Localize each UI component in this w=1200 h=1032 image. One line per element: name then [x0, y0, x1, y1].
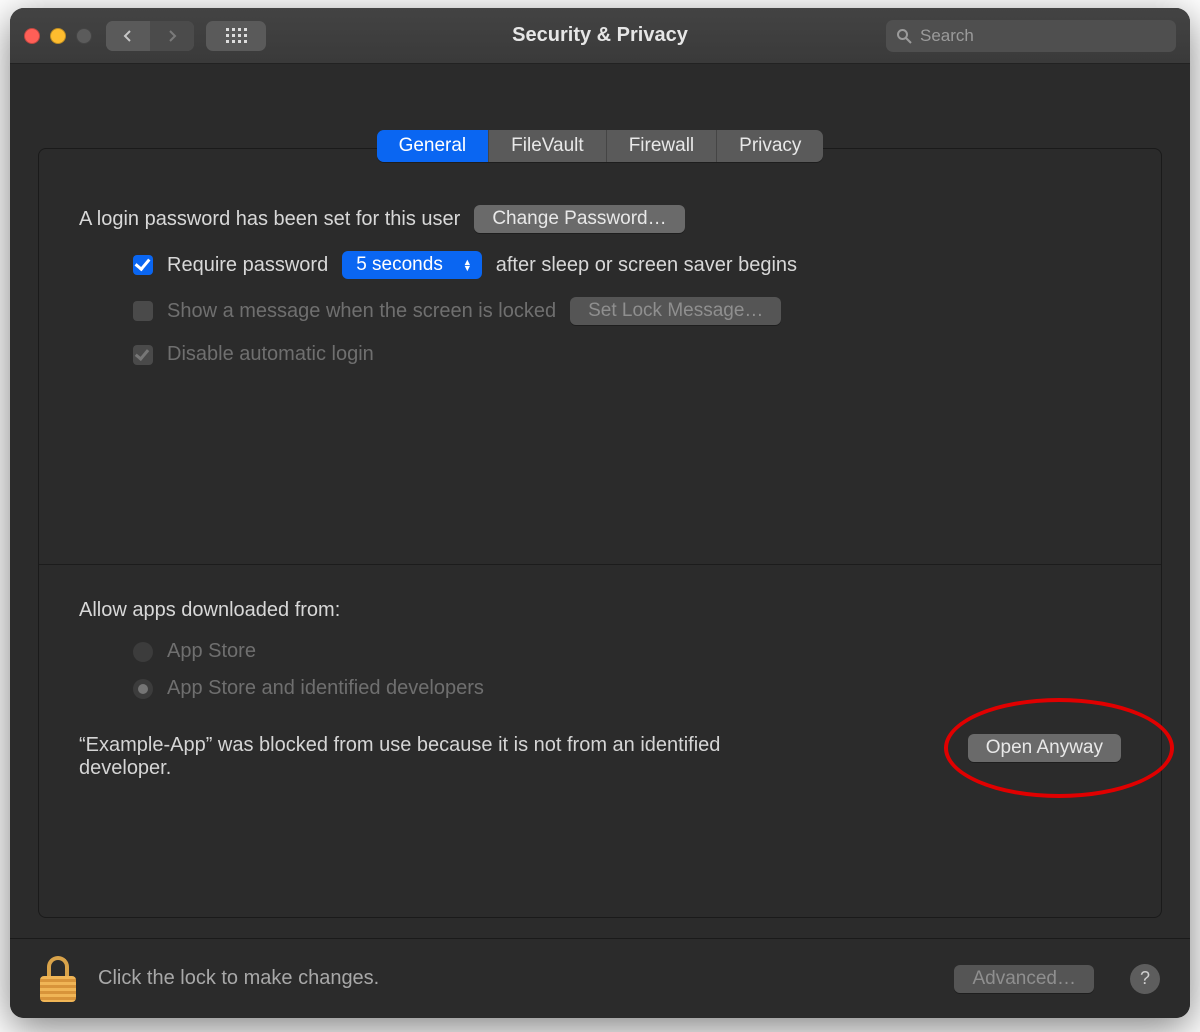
general-panel: A login password has been set for this u…	[38, 148, 1162, 918]
radio-app-store-label: App Store	[167, 640, 256, 663]
content-area: General FileVault Firewall Privacy A log…	[10, 64, 1190, 938]
radio-app-store-identified	[133, 679, 153, 699]
show-message-checkbox	[133, 301, 153, 321]
require-password-label: Require password	[167, 254, 328, 277]
lock-hint-label: Click the lock to make changes.	[98, 967, 379, 990]
disable-auto-login-label: Disable automatic login	[167, 343, 374, 366]
tab-privacy[interactable]: Privacy	[717, 130, 823, 162]
tab-firewall[interactable]: Firewall	[607, 130, 717, 162]
grid-icon	[226, 28, 247, 43]
zoom-window-button	[76, 28, 92, 44]
password-delay-select[interactable]: 5 seconds ▲▼	[342, 251, 482, 279]
show-all-button[interactable]	[206, 21, 266, 51]
after-sleep-label: after sleep or screen saver begins	[496, 254, 797, 277]
tab-general[interactable]: General	[377, 130, 490, 162]
window-controls	[24, 28, 92, 44]
search-icon	[896, 28, 912, 44]
titlebar: Security & Privacy	[10, 8, 1190, 64]
radio-app-store	[133, 642, 153, 662]
tab-bar: General FileVault Firewall Privacy	[38, 130, 1162, 162]
disable-auto-login-checkbox	[133, 345, 153, 365]
nav-buttons	[106, 21, 194, 51]
radio-app-store-identified-label: App Store and identified developers	[167, 677, 484, 700]
search-field[interactable]	[886, 20, 1176, 52]
preferences-window: Security & Privacy General FileVault Fir…	[10, 8, 1190, 1018]
minimize-window-button[interactable]	[50, 28, 66, 44]
advanced-button[interactable]: Advanced…	[954, 965, 1094, 993]
back-button[interactable]	[106, 21, 150, 51]
change-password-button[interactable]: Change Password…	[474, 205, 684, 233]
close-window-button[interactable]	[24, 28, 40, 44]
blocked-app-message: “Example-App” was blocked from use becau…	[79, 734, 779, 780]
chevron-up-down-icon: ▲▼	[463, 259, 472, 271]
password-set-label: A login password has been set for this u…	[79, 208, 460, 231]
show-message-label: Show a message when the screen is locked	[167, 300, 556, 323]
footer: Click the lock to make changes. Advanced…	[10, 938, 1190, 1018]
help-button[interactable]: ?	[1130, 964, 1160, 994]
search-input[interactable]	[920, 26, 1166, 46]
tab-filevault[interactable]: FileVault	[489, 130, 607, 162]
allow-apps-heading: Allow apps downloaded from:	[79, 599, 340, 622]
password-delay-value: 5 seconds	[356, 254, 443, 276]
open-anyway-button[interactable]: Open Anyway	[968, 734, 1121, 762]
require-password-checkbox[interactable]	[133, 255, 153, 275]
forward-button	[150, 21, 194, 51]
set-lock-message-button: Set Lock Message…	[570, 297, 781, 325]
lock-icon[interactable]	[40, 956, 76, 1002]
divider	[39, 564, 1161, 565]
